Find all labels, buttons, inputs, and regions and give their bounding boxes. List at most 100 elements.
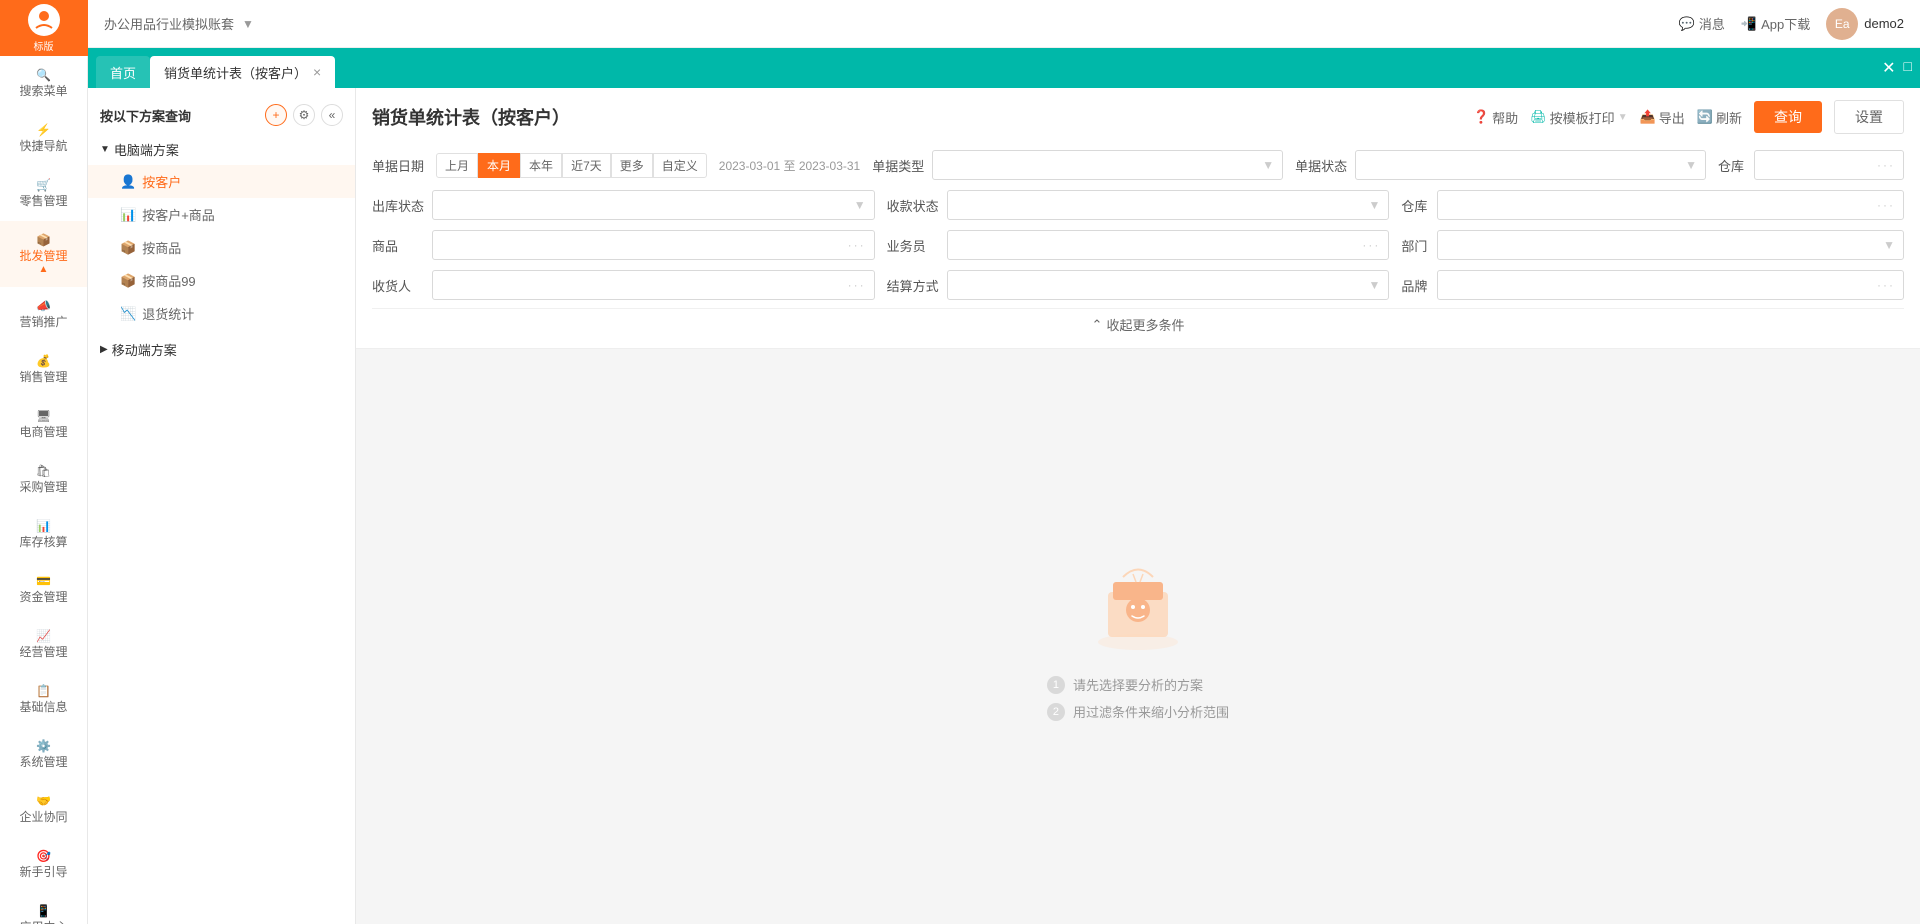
collect-status-label: 收款状态: [887, 196, 939, 215]
sidebar-item-operations[interactable]: 📈 经营管理: [0, 617, 87, 672]
print-btn[interactable]: 🖨 按模板打印 ▼: [1530, 108, 1627, 127]
date-custom[interactable]: 自定义: [653, 153, 707, 178]
sidebar-item-purchase[interactable]: 🛍 采购管理: [0, 452, 87, 507]
expand-arrow-desktop: ▼: [100, 144, 110, 155]
help-btn[interactable]: ❓ 帮助: [1473, 108, 1518, 127]
tab-close-icon[interactable]: ×: [313, 64, 321, 80]
sidebar-item-inventory[interactable]: 📊 库存核算: [0, 507, 87, 562]
settlement-input[interactable]: ▼: [947, 270, 1390, 300]
page-action-btns: ❓ 帮助 🖨 按模板打印 ▼ 📤 导出 🔄: [1473, 100, 1904, 134]
help-icon: ❓: [1473, 109, 1489, 125]
mobile-schemes-group: ▶ 移动端方案: [88, 334, 355, 369]
empty-state-inner: 1 请先选择要分析的方案 2 用过滤条件来缩小分析范围: [1047, 552, 1229, 721]
filter-row-4: 收货人 ··· 结算方式 ▼ 品牌: [372, 270, 1904, 300]
sidebar-item-quicknav[interactable]: ⚡ 快捷导航: [0, 111, 87, 166]
app-download-btn[interactable]: 📲 App下载: [1741, 14, 1810, 33]
out-status-input[interactable]: ▼: [432, 190, 875, 220]
download-icon: 📲: [1741, 16, 1757, 32]
sidebar-item-wholesale[interactable]: 📦 批发管理 ▲: [0, 221, 87, 287]
settings-scheme-btn[interactable]: ⚙: [293, 104, 315, 126]
product-input[interactable]: ···: [432, 230, 875, 260]
user-profile[interactable]: Ea demo2: [1826, 8, 1904, 40]
out-status-label: 出库状态: [372, 196, 424, 215]
sidebar-item-appstore[interactable]: 📱 应用中心: [0, 892, 87, 924]
product-dots: ···: [848, 238, 866, 252]
date-7days[interactable]: 近7天: [562, 153, 611, 178]
left-panel: 按以下方案查询 + ⚙ « ▼ 电脑端方案: [88, 88, 356, 924]
scheme-by-customer-product[interactable]: 📊 按客户+商品: [88, 198, 355, 231]
scheme-by-customer[interactable]: 👤 按客户: [88, 165, 355, 198]
customer-scheme-icon: 👤: [120, 174, 136, 190]
salesperson-dots: ···: [1362, 238, 1380, 252]
sidebar-item-search[interactable]: 🔍 搜索菜单: [0, 56, 87, 111]
order-status-input[interactable]: ▼: [1355, 150, 1706, 180]
sidebar-item-marketing[interactable]: 📣 营销推广: [0, 287, 87, 342]
sidebar-item-newuser[interactable]: 🎯 新手引导: [0, 837, 87, 892]
app-header-right: 💬 消息 📲 App下载 Ea demo2: [1679, 8, 1904, 40]
sidebar-item-cooperation[interactable]: 🤝 企业协同: [0, 782, 87, 837]
collapse-more-btn[interactable]: ⌃ 收起更多条件: [372, 308, 1904, 340]
refresh-btn[interactable]: 🔄 刷新: [1697, 108, 1742, 127]
sidebar-item-retail[interactable]: 🛒 零售管理: [0, 166, 87, 221]
chevron-down-icon-type: ▼: [1262, 158, 1274, 172]
sidebar-item-ecommerce[interactable]: 🖥 电商管理: [0, 397, 87, 452]
query-button[interactable]: 查询: [1754, 101, 1822, 133]
search-icon: 🔍: [36, 68, 51, 82]
logo-icon: [28, 4, 60, 36]
date-range-display: 2023-03-01 至 2023-03-31: [719, 157, 860, 174]
chevron-down-icon-status: ▼: [1685, 158, 1697, 172]
date-this-month[interactable]: 本月: [478, 153, 520, 178]
date-more[interactable]: 更多: [611, 153, 653, 178]
scheme-by-product-99[interactable]: 📦 按商品99: [88, 264, 355, 297]
order-type-input[interactable]: ▼: [932, 150, 1283, 180]
sidebar-item-finance[interactable]: 💳 资金管理: [0, 562, 87, 617]
empty-state: 1 请先选择要分析的方案 2 用过滤条件来缩小分析范围: [356, 349, 1920, 924]
scheme-by-product[interactable]: 📦 按商品: [88, 231, 355, 264]
export-btn[interactable]: 📤 导出: [1640, 108, 1685, 127]
order-type-label: 单据类型: [872, 156, 924, 175]
warehouse-input2[interactable]: ···: [1437, 190, 1904, 220]
sidebar-item-sales[interactable]: 💰 销售管理: [0, 342, 87, 397]
sidebar-item-system[interactable]: ⚙️ 系统管理: [0, 727, 87, 782]
messages-btn[interactable]: 💬 消息: [1679, 14, 1725, 33]
collapse-panel-btn[interactable]: «: [321, 104, 343, 126]
scheme-return-stats[interactable]: 📉 退货统计: [88, 297, 355, 330]
order-status-label: 单据状态: [1295, 156, 1347, 175]
recipient-input[interactable]: ···: [432, 270, 875, 300]
export-icon: 📤: [1640, 109, 1656, 125]
left-panel-header: 按以下方案查询 + ⚙ «: [88, 96, 355, 134]
maximize-window-btn[interactable]: □: [1904, 58, 1912, 78]
desktop-schemes-title[interactable]: ▼ 电脑端方案: [88, 134, 355, 165]
empty-tips: 1 请先选择要分析的方案 2 用过滤条件来缩小分析范围: [1047, 675, 1229, 721]
industry-label: 办公用品行业模拟账套: [104, 14, 234, 33]
tab-home[interactable]: 首页: [96, 56, 150, 88]
add-scheme-btn[interactable]: +: [265, 104, 287, 126]
retail-icon: 🛒: [36, 178, 51, 192]
brand-input[interactable]: ···: [1437, 270, 1904, 300]
purchase-icon: 🛍: [36, 464, 51, 478]
salesperson-input[interactable]: ···: [947, 230, 1390, 260]
date-last-month[interactable]: 上月: [436, 153, 478, 178]
message-icon: 💬: [1679, 16, 1695, 32]
tab-report[interactable]: 销货单统计表（按客户） ×: [150, 56, 335, 88]
box-icon-1: 📦: [120, 240, 136, 256]
collect-status-input[interactable]: ▼: [947, 190, 1390, 220]
mobile-schemes-title[interactable]: ▶ 移动端方案: [88, 334, 355, 365]
filter-row-3: 商品 ··· 业务员 ··· 部门: [372, 230, 1904, 260]
sidebar-item-basic[interactable]: 📋 基础信息: [0, 672, 87, 727]
product-label: 商品: [372, 236, 424, 255]
warehouse-label2: 仓库: [1401, 196, 1429, 215]
panel-actions: + ⚙ «: [265, 104, 343, 126]
department-input[interactable]: ▼: [1437, 230, 1904, 260]
date-this-year[interactable]: 本年: [520, 153, 562, 178]
settings-button[interactable]: 设置: [1834, 100, 1904, 134]
appstore-icon: 📱: [36, 904, 51, 918]
warehouse-input[interactable]: ···: [1754, 150, 1904, 180]
recipient-dots: ···: [848, 278, 866, 292]
close-window-btn[interactable]: ✕: [1882, 58, 1895, 78]
marketing-icon: 📣: [36, 299, 51, 313]
filter-row-1: 单据日期 上月 本月 本年 近7天 更多 自定义 2023-03-01 至 20…: [372, 150, 1904, 180]
chart-icon-1: 📊: [120, 207, 136, 223]
print-icon: 🖨: [1530, 109, 1547, 125]
dropdown-arrow-industry[interactable]: ▼: [242, 17, 254, 31]
